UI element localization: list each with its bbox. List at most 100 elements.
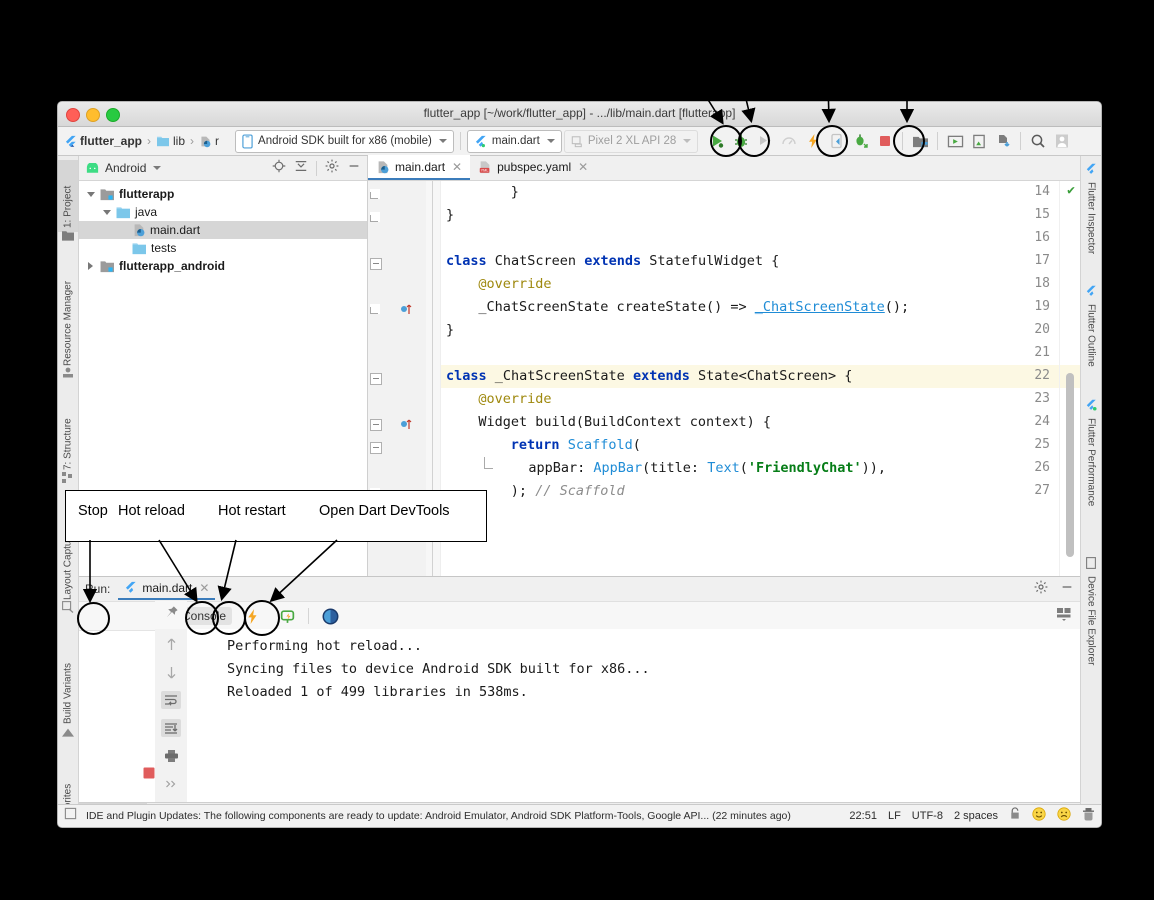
android-icon: [85, 163, 100, 174]
run-stop-button[interactable]: [136, 760, 162, 786]
up-arrow-icon[interactable]: [161, 635, 181, 653]
override-marker-icon[interactable]: [400, 417, 414, 434]
device-selector[interactable]: Android SDK built for x86 (mobile): [235, 130, 454, 153]
open-devtools-button[interactable]: [315, 605, 346, 628]
editor-vertical-scrollbar[interactable]: [1066, 373, 1074, 557]
hot-restart-icon: [279, 608, 296, 625]
flutter-icon: [124, 581, 137, 594]
folder-icon: [156, 135, 170, 147]
code-line-20: }: [446, 319, 454, 342]
annotation-ring-run-stop: [77, 602, 110, 635]
editor-tab-pubspec-yaml[interactable]: YML pubspec.yaml ✕: [470, 155, 596, 180]
status-encoding[interactable]: UTF-8: [912, 810, 943, 822]
status-toggle-icon[interactable]: [64, 807, 77, 825]
code-text[interactable]: } } class ChatScreen extends StatefulWid…: [446, 181, 1080, 577]
fold-open-marker[interactable]: [370, 258, 382, 270]
code-line-15: }: [446, 204, 454, 227]
more-icon[interactable]: [161, 775, 181, 793]
collapse-all-icon[interactable]: [294, 159, 308, 178]
toolbar-divider-1: [460, 132, 461, 150]
search-button[interactable]: [1027, 130, 1049, 152]
fold-end-marker[interactable]: [370, 304, 380, 314]
fold-open-marker[interactable]: [370, 373, 382, 385]
sidebar-item-device-file-explorer[interactable]: Device File Explorer: [1081, 572, 1101, 696]
sidebar-item-project[interactable]: 1: Project: [58, 160, 78, 232]
avd-selector[interactable]: Pixel 2 XL API 28: [564, 130, 698, 153]
hector-icon[interactable]: [1082, 807, 1095, 826]
layout-captures-icon: [62, 600, 74, 618]
editor-tab-label: pubspec.yaml: [497, 160, 571, 174]
breadcrumb-lib[interactable]: lib: [154, 133, 187, 149]
emulator-icon: [571, 135, 583, 148]
tree-node-java[interactable]: java: [79, 203, 367, 221]
sidebar-item-flutter-outline[interactable]: Flutter Outline: [1081, 300, 1101, 394]
happy-face-icon[interactable]: [1032, 807, 1046, 826]
tree-twisty[interactable]: [101, 210, 112, 215]
tree-node-flutterapp[interactable]: flutterapp: [79, 185, 367, 203]
close-icon[interactable]: ✕: [199, 581, 209, 595]
pin-icon[interactable]: [164, 605, 179, 625]
console-output[interactable]: Performing hot reload... Syncing files t…: [187, 629, 1080, 803]
lock-icon[interactable]: [1009, 807, 1021, 825]
sidebar-item-flutter-inspector[interactable]: Flutter Inspector: [1081, 178, 1101, 280]
dart-file-icon: [376, 160, 390, 174]
tree-node-flutterapp-android[interactable]: flutterapp_android: [79, 257, 367, 275]
scroll-to-end-icon[interactable]: [161, 719, 181, 737]
soft-wrap-icon[interactable]: [161, 691, 181, 709]
sidebar-item-resource-manager[interactable]: Resource Manager: [58, 252, 78, 370]
device-deploy-button[interactable]: [968, 130, 990, 152]
override-marker-icon[interactable]: [400, 302, 414, 319]
callout-label-hot-restart: Hot restart: [218, 503, 286, 519]
minimize-icon[interactable]: [1060, 580, 1074, 599]
fold-open-marker[interactable]: [370, 442, 382, 454]
breadcrumb-file[interactable]: r: [197, 133, 221, 149]
chevron-down-icon: [153, 166, 161, 170]
tree-node-tests[interactable]: tests: [79, 239, 367, 257]
breadcrumb-project[interactable]: flutter_app: [62, 133, 144, 149]
gear-icon[interactable]: [1034, 580, 1048, 599]
tree-twisty[interactable]: [85, 192, 96, 197]
device-selector-value: Android SDK built for x86 (mobile): [258, 135, 432, 147]
sidebar-item-build-variants[interactable]: Build Variants: [58, 624, 78, 728]
profile-button[interactable]: [778, 130, 800, 152]
tree-node-main-dart[interactable]: main.dart: [79, 221, 367, 239]
status-message[interactable]: IDE and Plugin Updates: The following co…: [86, 810, 791, 822]
down-arrow-icon[interactable]: [161, 663, 181, 681]
sad-face-icon[interactable]: [1057, 807, 1071, 826]
status-line-separator[interactable]: LF: [888, 810, 901, 822]
sidebar-item-flutter-performance[interactable]: Flutter Performance: [1081, 414, 1101, 534]
folder-icon: [116, 206, 131, 219]
hot-restart-icon: [853, 133, 869, 149]
sidebar-item-project-label: 1: Project: [63, 186, 74, 228]
sync-gradle-button[interactable]: [992, 130, 1014, 152]
run-panel-label: Run:: [85, 582, 110, 596]
minimize-icon[interactable]: [347, 159, 361, 178]
run-layout-button[interactable]: [1056, 607, 1072, 626]
target-icon[interactable]: [272, 159, 286, 178]
print-icon[interactable]: [161, 747, 181, 765]
fold-open-marker[interactable]: [370, 419, 382, 431]
ide-window: flutter_app [~/work/flutter_app] - .../l…: [57, 101, 1102, 828]
close-icon[interactable]: ✕: [578, 160, 588, 174]
status-indent[interactable]: 2 spaces: [954, 810, 998, 822]
breadcrumb-project-label: flutter_app: [80, 134, 142, 148]
gear-icon[interactable]: [325, 159, 339, 178]
window-title: flutter_app [~/work/flutter_app] - .../l…: [58, 106, 1101, 120]
avd-selector-value: Pixel 2 XL API 28: [588, 135, 676, 147]
fold-end-marker[interactable]: [370, 189, 380, 199]
hot-restart-button[interactable]: [850, 130, 872, 152]
editor-tab-main-dart[interactable]: main.dart ✕: [368, 155, 470, 180]
project-scope-selector[interactable]: Android: [85, 161, 161, 175]
user-account-button[interactable]: [1051, 130, 1073, 152]
search-icon: [1030, 133, 1046, 149]
run-tab-main-dart[interactable]: main.dart ✕: [118, 579, 215, 600]
run-config-selector[interactable]: main.dart: [467, 130, 562, 153]
module-icon: [100, 188, 115, 201]
inspection-ok-icon[interactable]: ✔: [1067, 183, 1075, 198]
sidebar-item-flutter-inspector-label: Flutter Inspector: [1086, 182, 1097, 254]
sidebar-item-structure[interactable]: 7: Structure: [58, 388, 78, 474]
avd-manager-button[interactable]: [944, 130, 966, 152]
fold-end-marker[interactable]: [370, 212, 380, 222]
close-icon[interactable]: ✕: [452, 160, 462, 174]
tree-twisty[interactable]: [85, 262, 96, 270]
